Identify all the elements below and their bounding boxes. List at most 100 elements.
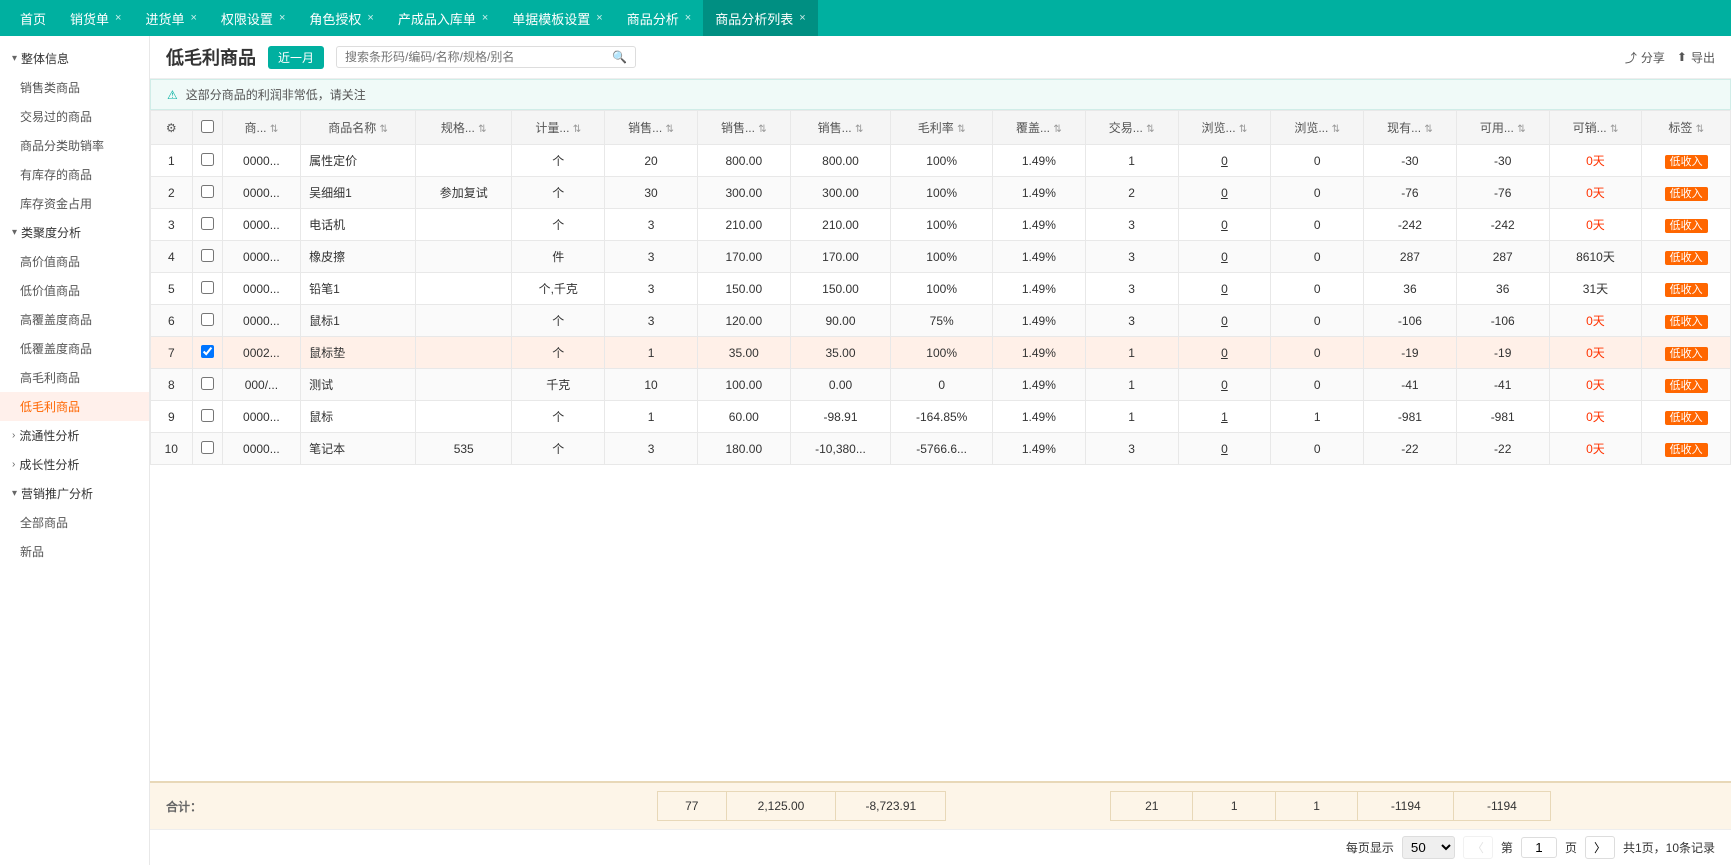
sidebar-item-sales-products[interactable]: 销售类商品	[0, 73, 149, 102]
sidebar-item-low-coverage[interactable]: 低覆盖度商品	[0, 334, 149, 363]
nav-purchase-close[interactable]: ×	[190, 12, 196, 24]
export-button[interactable]: ⬆ 导出	[1677, 49, 1715, 66]
sidebar-group-overall[interactable]: ▾ 整体信息	[0, 44, 149, 73]
row-views1[interactable]: 0	[1178, 241, 1271, 273]
sidebar-item-high-value[interactable]: 高价值商品	[0, 247, 149, 276]
col-available[interactable]: 可用... ⇅	[1456, 111, 1549, 145]
row-checkbox[interactable]	[201, 281, 214, 294]
row-checkbox-cell[interactable]	[192, 209, 222, 241]
row-views1[interactable]: 0	[1178, 305, 1271, 337]
col-checkbox[interactable]	[192, 111, 222, 145]
col-settings[interactable]: ⚙	[151, 111, 193, 145]
sidebar-item-low-margin[interactable]: 低毛利商品	[0, 392, 149, 421]
row-checkbox[interactable]	[201, 217, 214, 230]
row-views1[interactable]: 0	[1178, 369, 1271, 401]
sidebar-item-traded-products[interactable]: 交易过的商品	[0, 102, 149, 131]
sidebar-group-marketing[interactable]: ▾ 营销推广分析	[0, 479, 149, 508]
nav-products[interactable]: 产成品入库单 ×	[386, 0, 500, 36]
nav-purchase[interactable]: 进货单 ×	[133, 0, 208, 36]
sidebar-item-high-margin[interactable]: 高毛利商品	[0, 363, 149, 392]
row-views1[interactable]: 0	[1178, 145, 1271, 177]
per-page-select[interactable]: 50 100 200	[1402, 836, 1455, 859]
row-current: -981	[1364, 401, 1457, 433]
row-views1[interactable]: 1	[1178, 401, 1271, 433]
search-input[interactable]	[345, 50, 606, 64]
row-views2: 0	[1271, 177, 1364, 209]
sidebar-item-low-value[interactable]: 低价值商品	[0, 276, 149, 305]
col-unit[interactable]: 计量... ⇅	[512, 111, 605, 145]
row-checkbox-cell[interactable]	[192, 433, 222, 465]
col-sales-price[interactable]: 销售... ⇅	[697, 111, 790, 145]
sidebar-item-new-products[interactable]: 新品	[0, 537, 149, 566]
col-sellable[interactable]: 可销... ⇅	[1549, 111, 1642, 145]
nav-roles[interactable]: 角色授权 ×	[297, 0, 385, 36]
data-table-container[interactable]: ⚙ 商... ⇅ 商品名称 ⇅ 规格... ⇅ 计量... ⇅ 销售... ⇅ …	[150, 110, 1731, 781]
row-checkbox-cell[interactable]	[192, 369, 222, 401]
row-checkbox-cell[interactable]	[192, 337, 222, 369]
nav-product-analysis-list[interactable]: 商品分析列表 ×	[703, 0, 817, 36]
date-filter-button[interactable]: 近一月	[268, 46, 324, 69]
row-checkbox-cell[interactable]	[192, 241, 222, 273]
nav-templates[interactable]: 单据模板设置 ×	[500, 0, 614, 36]
row-sales-amount: 210.00	[790, 209, 891, 241]
row-coverage: 1.49%	[993, 337, 1086, 369]
row-views1[interactable]: 0	[1178, 177, 1271, 209]
nav-templates-close[interactable]: ×	[596, 12, 602, 24]
col-sales-amount[interactable]: 销售... ⇅	[790, 111, 891, 145]
prev-page-button[interactable]: 〈	[1463, 836, 1493, 859]
row-checkbox[interactable]	[201, 153, 214, 166]
col-views2[interactable]: 浏览... ⇅	[1271, 111, 1364, 145]
header-actions: ⤴ 分享 ⬆ 导出	[1625, 49, 1715, 66]
nav-roles-close[interactable]: ×	[367, 12, 373, 24]
sidebar-item-high-coverage[interactable]: 高覆盖度商品	[0, 305, 149, 334]
sidebar-group-liquidity[interactable]: › 流通性分析	[0, 421, 149, 450]
row-views1[interactable]: 0	[1178, 337, 1271, 369]
next-page-button[interactable]: 〉	[1585, 836, 1615, 859]
row-checkbox[interactable]	[201, 441, 214, 454]
sidebar-item-capital-usage[interactable]: 库存资金占用	[0, 189, 149, 218]
select-all-checkbox[interactable]	[201, 120, 214, 133]
row-checkbox-cell[interactable]	[192, 177, 222, 209]
row-checkbox-cell[interactable]	[192, 401, 222, 433]
nav-sales-close[interactable]: ×	[115, 12, 121, 24]
col-transactions[interactable]: 交易... ⇅	[1085, 111, 1178, 145]
nav-permissions[interactable]: 权限设置 ×	[209, 0, 297, 36]
col-sales-qty[interactable]: 销售... ⇅	[605, 111, 698, 145]
sidebar-item-all-products[interactable]: 全部商品	[0, 508, 149, 537]
row-views1[interactable]: 0	[1178, 209, 1271, 241]
sidebar-group-cluster[interactable]: ▾ 类聚度分析	[0, 218, 149, 247]
share-button[interactable]: ⤴ 分享	[1625, 49, 1665, 66]
col-spec[interactable]: 规格... ⇅	[416, 111, 512, 145]
nav-home[interactable]: 首页	[8, 0, 58, 36]
row-views1[interactable]: 0	[1178, 273, 1271, 305]
col-tag[interactable]: 标签 ⇅	[1642, 111, 1731, 145]
col-coverage[interactable]: 覆盖... ⇅	[993, 111, 1086, 145]
col-code[interactable]: 商... ⇅	[222, 111, 301, 145]
row-checkbox[interactable]	[201, 249, 214, 262]
col-gross-margin[interactable]: 毛利率 ⇅	[891, 111, 993, 145]
row-checkbox-cell[interactable]	[192, 273, 222, 305]
row-sales-amount: 300.00	[790, 177, 891, 209]
nav-product-analysis-list-close[interactable]: ×	[799, 12, 805, 24]
col-name[interactable]: 商品名称 ⇅	[301, 111, 416, 145]
row-checkbox[interactable]	[201, 377, 214, 390]
nav-products-close[interactable]: ×	[482, 12, 488, 24]
nav-sales[interactable]: 销货单 ×	[58, 0, 133, 36]
row-checkbox[interactable]	[201, 345, 214, 358]
row-checkbox[interactable]	[201, 185, 214, 198]
nav-permissions-close[interactable]: ×	[279, 12, 285, 24]
row-coverage: 1.49%	[993, 145, 1086, 177]
row-checkbox[interactable]	[201, 313, 214, 326]
sidebar-item-in-stock[interactable]: 有库存的商品	[0, 160, 149, 189]
nav-product-analysis-close[interactable]: ×	[685, 12, 691, 24]
row-views1[interactable]: 0	[1178, 433, 1271, 465]
row-checkbox-cell[interactable]	[192, 145, 222, 177]
sidebar-group-growth[interactable]: › 成长性分析	[0, 450, 149, 479]
sidebar-item-category-rate[interactable]: 商品分类助销率	[0, 131, 149, 160]
row-checkbox[interactable]	[201, 409, 214, 422]
nav-product-analysis[interactable]: 商品分析 ×	[615, 0, 703, 36]
page-number-input[interactable]	[1521, 837, 1557, 858]
col-views1[interactable]: 浏览... ⇅	[1178, 111, 1271, 145]
row-checkbox-cell[interactable]	[192, 305, 222, 337]
col-current[interactable]: 现有... ⇅	[1364, 111, 1457, 145]
